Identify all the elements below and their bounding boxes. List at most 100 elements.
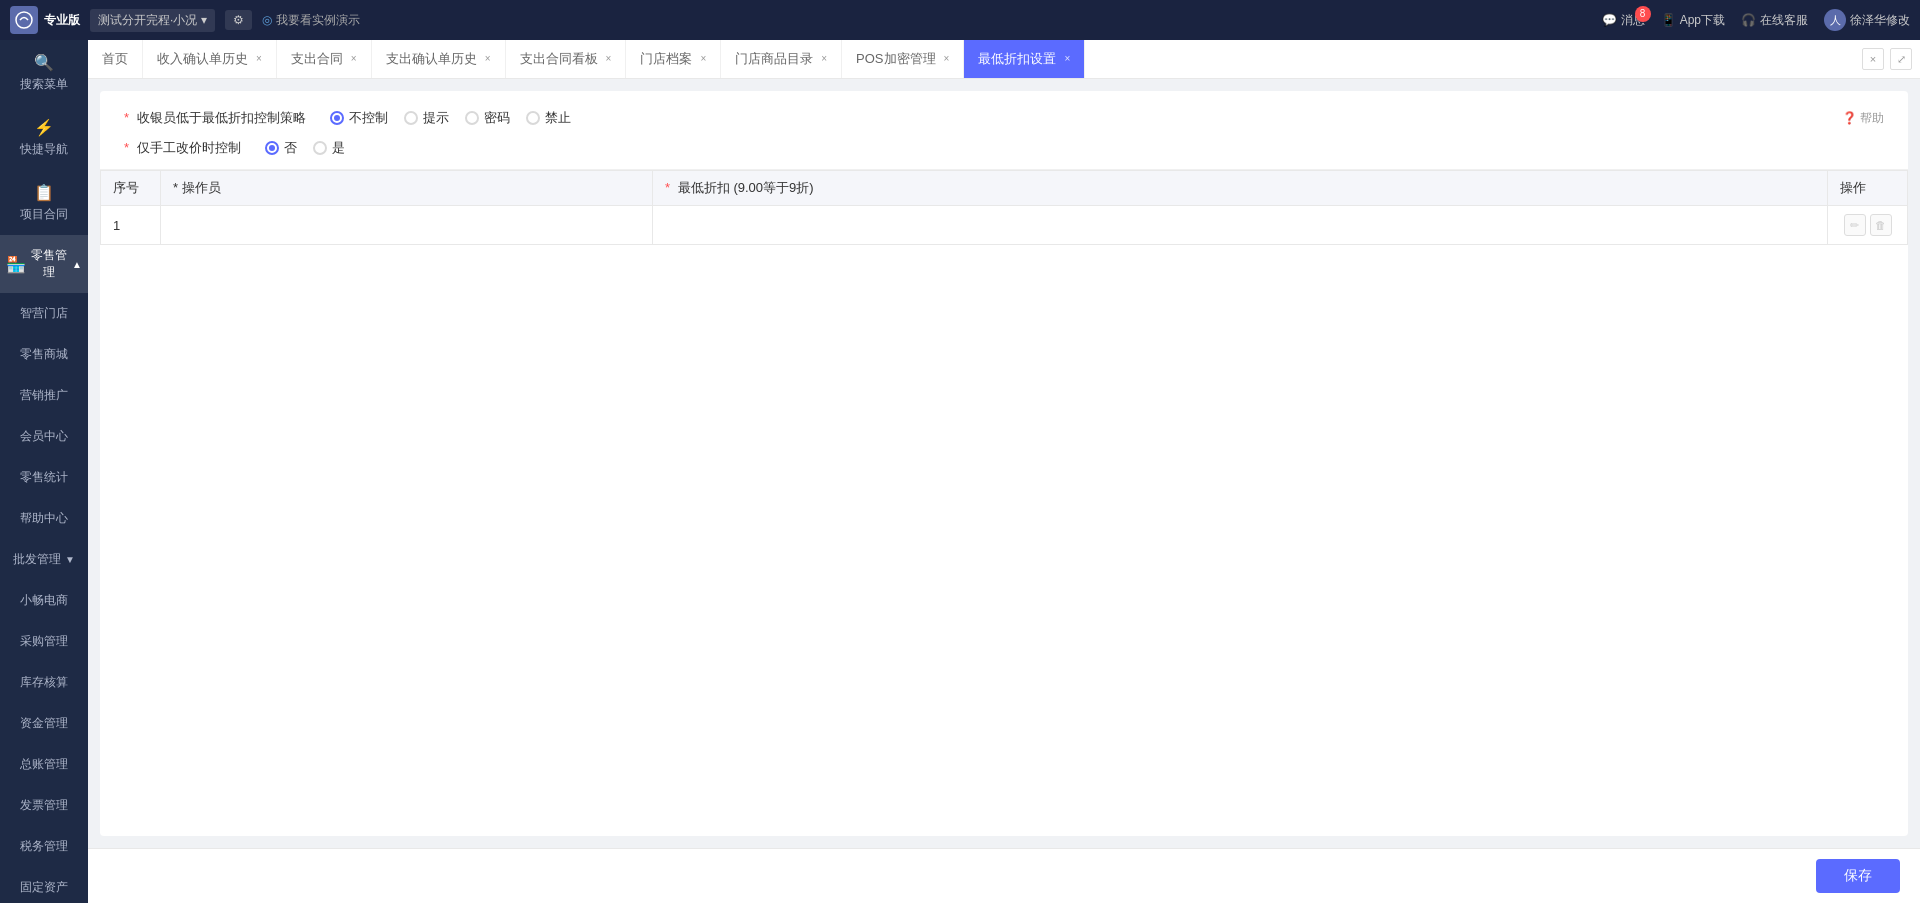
tab-store-archive[interactable]: 门店档案 × bbox=[626, 40, 721, 78]
radio-no-control-circle bbox=[330, 111, 344, 125]
manual-control-form-row: * 仅手工改价时控制 否 是 bbox=[124, 139, 1884, 157]
message-icon: 💬 bbox=[1602, 13, 1617, 27]
sidebar-label-help: 帮助中心 bbox=[20, 510, 68, 527]
tab-payment-confirm[interactable]: 支出确认单历史 × bbox=[372, 40, 506, 78]
sidebar-item-purchase[interactable]: 采购管理 bbox=[0, 621, 88, 662]
online-service-btn[interactable]: 🎧 在线客服 bbox=[1741, 12, 1808, 29]
chevron-down-icon: ▼ bbox=[65, 554, 75, 565]
settings-btn[interactable]: ⚙ bbox=[225, 10, 252, 30]
tab-pos-password[interactable]: POS加密管理 × bbox=[842, 40, 964, 78]
manual-control-label-text: 仅手工改价时控制 bbox=[137, 140, 241, 155]
main-layout: 🔍 搜索菜单 ⚡ 快捷导航 📋 项目合同 🏪 零售管理 ▲ 智营门店 零售商城 … bbox=[0, 40, 1920, 903]
required-mark-strategy: * bbox=[124, 110, 129, 125]
help-label: 帮助 bbox=[1860, 110, 1884, 127]
logo-icon bbox=[10, 6, 38, 34]
sidebar-label-finance: 资金管理 bbox=[20, 715, 68, 732]
sidebar-item-project[interactable]: 📋 项目合同 bbox=[0, 170, 88, 235]
tab-pos-password-label: POS加密管理 bbox=[856, 50, 935, 68]
sidebar-item-marketing[interactable]: 营销推广 bbox=[0, 375, 88, 416]
chevron-down-icon: ▾ bbox=[201, 13, 207, 27]
demo-link[interactable]: ◎ 我要看实例演示 bbox=[262, 12, 360, 29]
radio-password-label: 密码 bbox=[484, 109, 510, 127]
page-content: * 收银员低于最低折扣控制策略 不控制 提示 bbox=[88, 79, 1920, 848]
sidebar-label-ecommerce: 小畅电商 bbox=[20, 592, 68, 609]
radio-no-control-label: 不控制 bbox=[349, 109, 388, 127]
radio-forbid-circle bbox=[526, 111, 540, 125]
radio-no-control[interactable]: 不控制 bbox=[330, 109, 388, 127]
tab-payment-board-label: 支出合同看板 bbox=[520, 50, 598, 68]
sidebar-item-retail-stat[interactable]: 零售统计 bbox=[0, 457, 88, 498]
tab-min-discount[interactable]: 最低折扣设置 × bbox=[964, 40, 1085, 78]
sidebar-label-retail-mall: 零售商城 bbox=[20, 346, 68, 363]
tab-store-archive-close[interactable]: × bbox=[700, 54, 706, 64]
help-btn[interactable]: ❓ 帮助 bbox=[1842, 110, 1884, 127]
sidebar-label-retail-stat: 零售统计 bbox=[20, 469, 68, 486]
tab-income-confirm[interactable]: 收入确认单历史 × bbox=[143, 40, 277, 78]
sidebar-item-finance[interactable]: 资金管理 bbox=[0, 703, 88, 744]
app-logo: 专业版 bbox=[10, 6, 80, 34]
sidebar-label-purchase: 采购管理 bbox=[20, 633, 68, 650]
radio-hint[interactable]: 提示 bbox=[404, 109, 449, 127]
tab-payment-confirm-close[interactable]: × bbox=[485, 54, 491, 64]
content-card: * 收银员低于最低折扣控制策略 不控制 提示 bbox=[100, 91, 1908, 836]
sidebar-label-invoice: 发票管理 bbox=[20, 797, 68, 814]
radio-no[interactable]: 否 bbox=[265, 139, 297, 157]
cell-action: ✏ 🗑 bbox=[1828, 206, 1908, 245]
messages-badge: 8 bbox=[1635, 6, 1651, 22]
save-button[interactable]: 保存 bbox=[1816, 859, 1900, 893]
sidebar-item-retail[interactable]: 🏪 零售管理 ▲ bbox=[0, 235, 88, 293]
sidebar-item-shortcut[interactable]: ⚡ 快捷导航 bbox=[0, 105, 88, 170]
user-profile-btn[interactable]: 人 徐泽华修改 bbox=[1824, 9, 1910, 31]
tab-payment-board[interactable]: 支出合同看板 × bbox=[506, 40, 627, 78]
tab-min-discount-close[interactable]: × bbox=[1064, 54, 1070, 64]
tab-store-archive-label: 门店档案 bbox=[640, 50, 692, 68]
radio-password[interactable]: 密码 bbox=[465, 109, 510, 127]
radio-forbid[interactable]: 禁止 bbox=[526, 109, 571, 127]
sidebar-label-marketing: 营销推广 bbox=[20, 387, 68, 404]
sidebar-item-smart-store[interactable]: 智营门店 bbox=[0, 293, 88, 334]
tab-payment-contract-close[interactable]: × bbox=[351, 54, 357, 64]
tab-home[interactable]: 首页 bbox=[88, 40, 143, 78]
sidebar-label-tax: 税务管理 bbox=[20, 838, 68, 855]
sidebar-label-retail: 零售管理 bbox=[30, 247, 68, 281]
project-selector[interactable]: 测试分开完程·小况 ▾ bbox=[90, 9, 215, 32]
tab-income-confirm-close[interactable]: × bbox=[256, 54, 262, 64]
required-mark-manual: * bbox=[124, 140, 129, 155]
content-area: 首页 收入确认单历史 × 支出合同 × 支出确认单历史 × 支出合同看板 × 门… bbox=[88, 40, 1920, 903]
sidebar-item-member[interactable]: 会员中心 bbox=[0, 416, 88, 457]
delete-btn[interactable]: 🗑 bbox=[1870, 214, 1892, 236]
sidebar-item-invoice[interactable]: 发票管理 bbox=[0, 785, 88, 826]
edit-btn[interactable]: ✏ bbox=[1844, 214, 1866, 236]
top-bar: 专业版 测试分开完程·小况 ▾ ⚙ ◎ 我要看实例演示 💬 消息 8 📱 App… bbox=[0, 0, 1920, 40]
tab-store-products[interactable]: 门店商品目录 × bbox=[721, 40, 842, 78]
radio-no-circle bbox=[265, 141, 279, 155]
tab-store-products-close[interactable]: × bbox=[821, 54, 827, 64]
tab-close-all-btn[interactable]: × bbox=[1862, 48, 1884, 70]
cell-seq: 1 bbox=[101, 206, 161, 245]
sidebar-item-ledger[interactable]: 总账管理 bbox=[0, 744, 88, 785]
search-icon: 🔍 bbox=[34, 52, 54, 72]
sidebar-item-inventory[interactable]: 库存核算 bbox=[0, 662, 88, 703]
sidebar-item-assets[interactable]: 固定资产 bbox=[0, 867, 88, 903]
tab-min-discount-label: 最低折扣设置 bbox=[978, 50, 1056, 68]
sidebar-item-wholesale[interactable]: 批发管理 ▼ bbox=[0, 539, 88, 580]
messages-btn[interactable]: 💬 消息 8 bbox=[1602, 12, 1645, 29]
sidebar-item-search[interactable]: 🔍 搜索菜单 bbox=[0, 40, 88, 105]
radio-yes-label: 是 bbox=[332, 139, 345, 157]
sidebar-label-wholesale: 批发管理 bbox=[13, 551, 61, 568]
tab-pos-password-close[interactable]: × bbox=[944, 54, 950, 64]
strategy-label-text: 收银员低于最低折扣控制策略 bbox=[137, 110, 306, 125]
tab-expand-btn[interactable]: ⤢ bbox=[1890, 48, 1912, 70]
col-seq-label: 序号 bbox=[113, 180, 139, 195]
radio-yes[interactable]: 是 bbox=[313, 139, 345, 157]
sidebar-label-smart-store: 智营门店 bbox=[20, 305, 68, 322]
tab-payment-contract[interactable]: 支出合同 × bbox=[277, 40, 372, 78]
sidebar-item-tax[interactable]: 税务管理 bbox=[0, 826, 88, 867]
sidebar-item-ecommerce[interactable]: 小畅电商 bbox=[0, 580, 88, 621]
sidebar-label-shortcut: 快捷导航 bbox=[20, 141, 68, 158]
sidebar-item-help[interactable]: 帮助中心 bbox=[0, 498, 88, 539]
user-name: 徐泽华修改 bbox=[1850, 12, 1910, 29]
app-download-btn[interactable]: 📱 App下载 bbox=[1661, 12, 1725, 29]
tab-payment-board-close[interactable]: × bbox=[606, 54, 612, 64]
sidebar-item-retail-mall[interactable]: 零售商城 bbox=[0, 334, 88, 375]
